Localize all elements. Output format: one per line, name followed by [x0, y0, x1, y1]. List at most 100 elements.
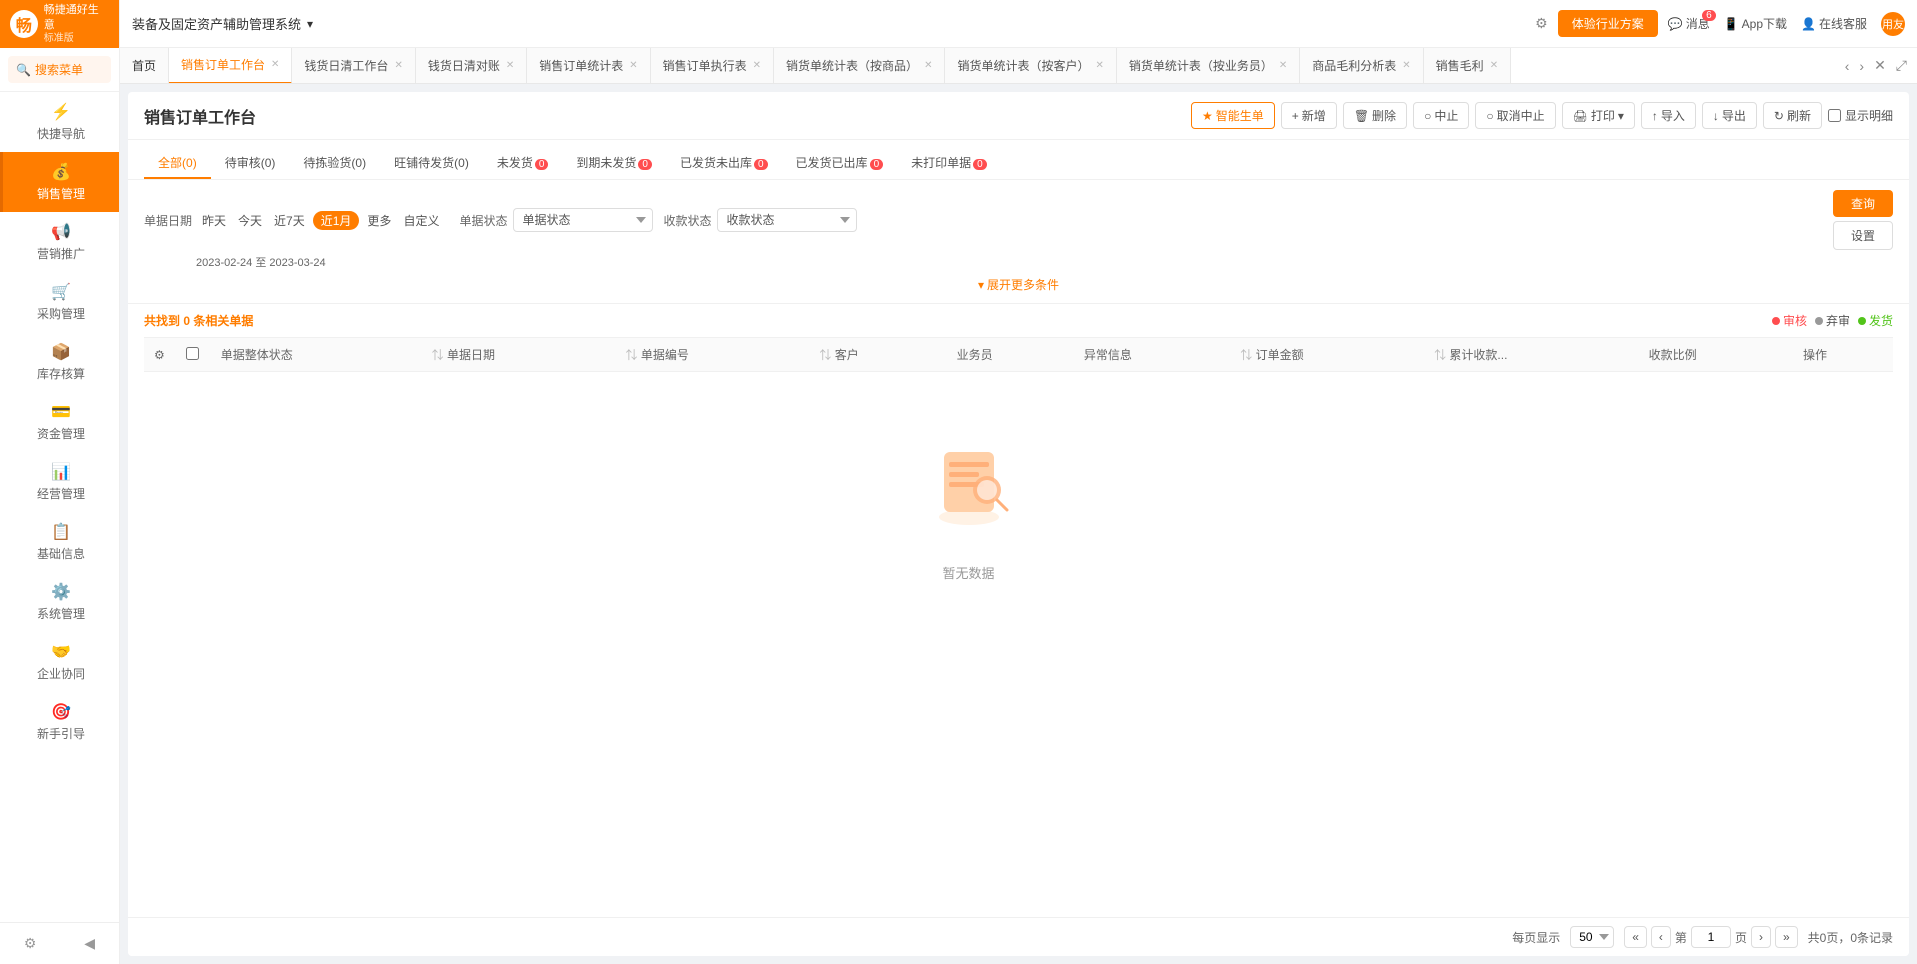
sub-tab-shipped-not-out[interactable]: 已发货未出库0 [666, 148, 782, 179]
sub-tab-expired-not-shipped[interactable]: 到期未发货0 [562, 148, 666, 179]
first-page-button[interactable]: « [1624, 926, 1647, 948]
date-opt-today[interactable]: 今天 [234, 210, 266, 231]
phone-icon: 📱 [1724, 17, 1739, 31]
settings-button[interactable]: ⚙ [20, 931, 41, 956]
show-detail-label[interactable]: 显示明细 [1828, 107, 1893, 124]
col-action-header: 操作 [1793, 338, 1893, 372]
sidebar-item-purchase[interactable]: 🛒 采购管理 [0, 272, 119, 332]
date-opt-more[interactable]: 更多 [363, 210, 395, 231]
page-end-word: 页 [1735, 929, 1747, 946]
tab-sales-stats[interactable]: 销售订单统计表 ✕ [527, 48, 650, 84]
tab-gross-margin[interactable]: 商品毛利分析表 ✕ [1300, 48, 1423, 84]
add-button[interactable]: + 新增 [1281, 102, 1337, 129]
sub-tab-pending-check[interactable]: 待拣验货(0) [289, 148, 380, 179]
next-page-button[interactable]: › [1751, 926, 1771, 948]
tabs-restore[interactable]: ⤢ [1892, 55, 1911, 76]
prev-page-button[interactable]: ‹ [1651, 926, 1671, 948]
logo-text: 畅捷通好生意 标准版 [44, 3, 109, 45]
last-page-button[interactable]: » [1775, 926, 1798, 948]
ship-action-button[interactable]: 发货 [1858, 312, 1893, 329]
tab-close-sales-profit[interactable]: ✕ [1490, 60, 1498, 71]
user-menu-button[interactable]: 用友 [1881, 12, 1905, 36]
select-all-checkbox[interactable] [186, 347, 199, 360]
import-button[interactable]: ↑ 导入 [1641, 102, 1696, 129]
footer-pagination: 每页显示 50 « ‹ 第 页 › » 共0页，0条记录 [128, 917, 1909, 956]
sub-tab-not-printed[interactable]: 未打印单据0 [897, 148, 1001, 179]
smart-create-button[interactable]: ★ 智能生单 [1191, 102, 1275, 129]
sidebar-item-marketing[interactable]: 📢 营销推广 [0, 212, 119, 272]
tab-close-cash-account[interactable]: ✕ [506, 60, 514, 71]
expand-conditions-button[interactable]: ▾ 展开更多条件 [978, 276, 1059, 293]
stop-button[interactable]: ○ 中止 [1413, 102, 1469, 129]
filter-settings-button[interactable]: 设置 [1833, 221, 1893, 250]
tab-cash-daily[interactable]: 钱货日清工作台 ✕ [292, 48, 415, 84]
query-button[interactable]: 查询 [1833, 190, 1893, 217]
col-exception-header: 异常信息 [1074, 338, 1228, 372]
tab-sales-by-staff[interactable]: 销货单统计表（按业务员） ✕ [1117, 48, 1300, 84]
sub-tab-all[interactable]: 全部(0) [144, 148, 211, 179]
sidebar-item-basic[interactable]: 📋 基础信息 [0, 512, 119, 572]
tabs-scroll-prev[interactable]: ‹ [1841, 56, 1854, 76]
tab-close-gross-margin[interactable]: ✕ [1402, 60, 1410, 71]
refresh-button[interactable]: ↻ 刷新 [1763, 102, 1822, 129]
date-opt-yesterday[interactable]: 昨天 [198, 210, 230, 231]
delete-button[interactable]: 🗑 删除 [1343, 102, 1407, 129]
sidebar-item-quick-nav[interactable]: ⚡ 快捷导航 [0, 92, 119, 152]
settings-gear-button[interactable]: ⚙ [1535, 15, 1548, 32]
cancel-stop-button[interactable]: ○ 取消中止 [1475, 102, 1555, 129]
sidebar-item-sales[interactable]: 💰 销售管理 [0, 152, 119, 212]
service-icon: 👤 [1801, 17, 1816, 31]
tab-sales-profit[interactable]: 销售毛利 ✕ [1424, 48, 1511, 84]
print-button[interactable]: 🖨 打印 ▾ [1562, 102, 1635, 129]
review-action-button[interactable]: 审核 [1772, 312, 1807, 329]
tab-sales-order[interactable]: 销售订单工作台 ✕ [169, 48, 292, 84]
search-menu-button[interactable]: 🔍 搜索菜单 [8, 56, 111, 83]
date-opt-7days[interactable]: 近7天 [270, 210, 309, 231]
tabs-close-all[interactable]: ✕ [1870, 55, 1890, 76]
cancel-review-action-button[interactable]: 弃审 [1815, 312, 1850, 329]
online-service-button[interactable]: 👤 在线客服 [1801, 15, 1867, 32]
page-input[interactable] [1691, 926, 1731, 948]
date-opt-1month[interactable]: 近1月 [313, 211, 360, 230]
collapse-button[interactable]: ◀ [80, 931, 99, 956]
app-download-button[interactable]: 📱 App下载 [1724, 15, 1787, 32]
export-button[interactable]: ↓ 导出 [1702, 102, 1757, 129]
sidebar-item-guide[interactable]: 🎯 新手引导 [0, 692, 119, 752]
sub-tab-shipped-out[interactable]: 已发货已出库0 [782, 148, 898, 179]
sidebar-item-finance[interactable]: 💳 资金管理 [0, 392, 119, 452]
tab-close-sales-by-customer[interactable]: ✕ [1095, 60, 1103, 71]
date-opt-custom[interactable]: 自定义 [399, 210, 443, 231]
tab-home[interactable]: 首页 [120, 48, 169, 84]
sub-tab-wangpu-ship[interactable]: 旺铺待发货(0) [380, 148, 483, 179]
status-select[interactable]: 单据状态 [513, 208, 653, 232]
tab-close-sales-exec[interactable]: ✕ [753, 60, 761, 71]
solution-button[interactable]: 体验行业方案 [1558, 10, 1658, 37]
date-filter: 单据日期 昨天 今天 近7天 近1月 更多 自定义 [144, 210, 443, 231]
sidebar-item-system[interactable]: ⚙️ 系统管理 [0, 572, 119, 632]
sidebar-item-operations[interactable]: 📊 经营管理 [0, 452, 119, 512]
sidebar-item-enterprise[interactable]: 🤝 企业协同 [0, 632, 119, 692]
system-dropdown-button[interactable]: ▾ [307, 17, 313, 31]
sub-tab-not-shipped[interactable]: 未发货0 [483, 148, 563, 179]
logo-icon: 畅 [10, 10, 38, 38]
tab-sales-by-customer[interactable]: 销货单统计表（按客户） ✕ [945, 48, 1116, 84]
tab-close-sales-by-staff[interactable]: ✕ [1279, 60, 1287, 71]
tab-close-sales-by-product[interactable]: ✕ [924, 60, 932, 71]
tab-cash-account[interactable]: 钱货日清对账 ✕ [416, 48, 527, 84]
search-icon: 🔍 [16, 63, 31, 77]
refresh-icon: ↻ [1774, 109, 1784, 123]
sub-tab-pending-review[interactable]: 待审核(0) [211, 148, 290, 179]
payment-select[interactable]: 收款状态 [717, 208, 857, 232]
tab-sales-by-product[interactable]: 销货单统计表（按商品） ✕ [774, 48, 945, 84]
tab-sales-exec[interactable]: 销售订单执行表 ✕ [651, 48, 774, 84]
tab-close-cash-daily[interactable]: ✕ [394, 60, 402, 71]
tabs-scroll-next[interactable]: › [1855, 56, 1868, 76]
tab-close-sales-order[interactable]: ✕ [271, 59, 279, 70]
avatar: 用友 [1881, 12, 1905, 36]
tab-close-sales-stats[interactable]: ✕ [629, 60, 637, 71]
show-detail-checkbox[interactable] [1828, 109, 1841, 122]
page-size-select[interactable]: 50 [1570, 926, 1614, 948]
message-button[interactable]: 💬 消息 6 [1668, 15, 1710, 32]
sidebar-item-inventory[interactable]: 📦 库存核算 [0, 332, 119, 392]
page-word: 第 [1675, 929, 1687, 946]
